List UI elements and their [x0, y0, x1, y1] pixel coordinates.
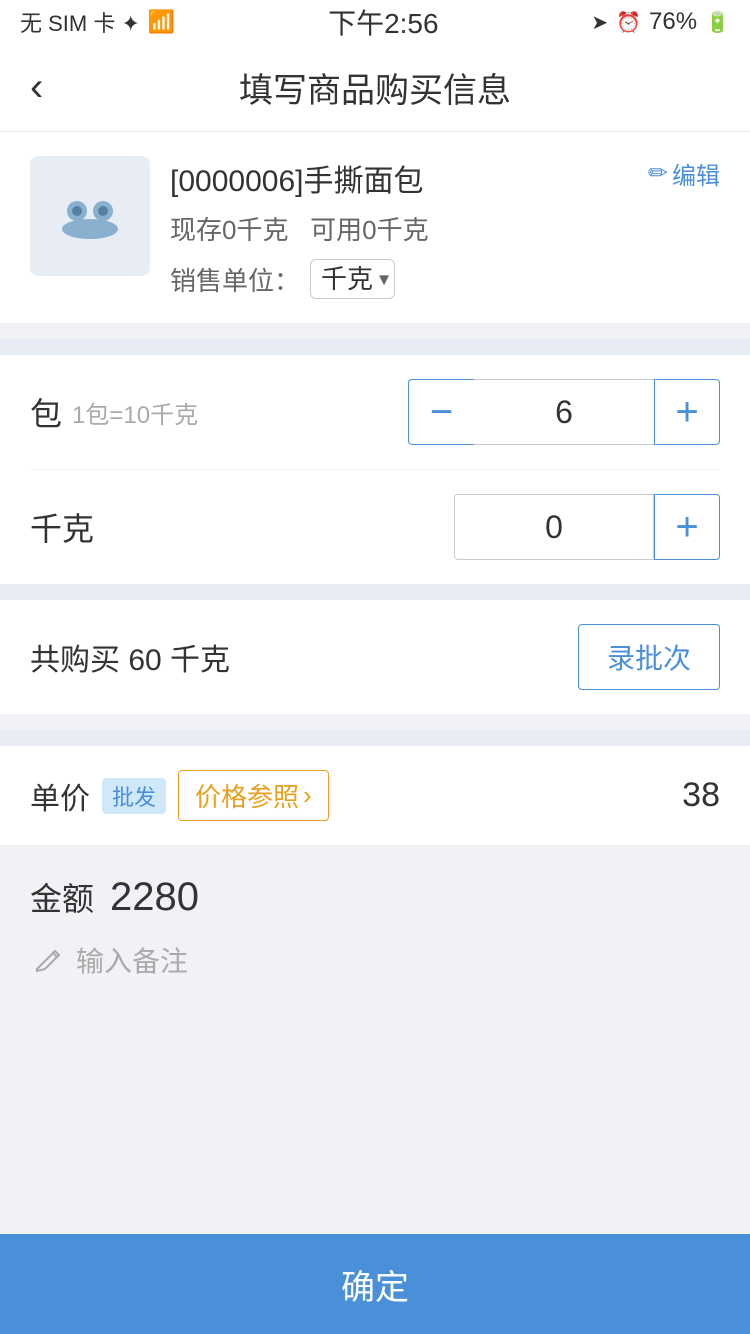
pifa-badge: 批发 — [102, 778, 166, 814]
summary-text: 共购买 60 千克 — [30, 635, 230, 679]
alarm-icon: ⏰ — [616, 10, 641, 35]
bag-label: 包 — [30, 389, 62, 435]
section-divider-2 — [0, 584, 750, 600]
product-name: [0000006]手撕面包 — [170, 156, 423, 200]
battery-label: 76% — [649, 8, 697, 36]
price-ref-arrow-icon: › — [303, 780, 312, 811]
status-right: ➤ ⏰ 76% 🔋 — [591, 8, 730, 36]
nav-bar: ‹ 填写商品购买信息 — [0, 44, 750, 132]
sim-label: 无 SIM 卡 ✦ — [20, 6, 140, 38]
edit-icon: ✏ — [648, 159, 668, 188]
price-label-row: 单价 批发 价格参照 › — [30, 770, 329, 821]
product-thumbnail — [30, 156, 150, 276]
product-name-text: 手撕面包 — [303, 165, 423, 198]
pencil-svg-icon — [33, 945, 63, 975]
summary-section: 共购买 60 千克 录批次 — [0, 600, 750, 714]
amount-value: 2280 — [110, 875, 199, 920]
price-ref-button[interactable]: 价格参照 › — [178, 770, 329, 821]
status-left: 无 SIM 卡 ✦ 📶 — [20, 6, 175, 38]
product-logo-icon — [55, 191, 125, 241]
battery-icon: 🔋 — [705, 10, 730, 35]
batch-button[interactable]: 录批次 — [578, 624, 720, 690]
unit-select[interactable]: 千克 包 克 — [310, 259, 395, 299]
remark-placeholder[interactable]: 输入备注 — [76, 940, 188, 980]
product-card: [0000006]手撕面包 ✏ 编辑 现存0千克 可用0千克 销售单位： 千克 … — [0, 132, 750, 323]
edit-label: 编辑 — [672, 156, 720, 191]
kg-label: 千克 — [30, 504, 94, 550]
amount-label: 金额 — [30, 874, 94, 920]
product-name-row: [0000006]手撕面包 ✏ 编辑 — [170, 156, 720, 200]
kg-increment-button[interactable]: + — [654, 494, 720, 560]
kg-quantity-input[interactable] — [454, 494, 654, 560]
bag-quantity-input[interactable] — [474, 379, 654, 445]
status-bar: 无 SIM 卡 ✦ 📶 下午2:56 ➤ ⏰ 76% 🔋 — [0, 0, 750, 44]
amount-section: 金额 2280 输入备注 — [0, 846, 750, 1000]
back-icon: ‹ — [30, 65, 43, 109]
location-icon: ➤ — [591, 10, 608, 35]
pencil-icon — [30, 942, 66, 978]
product-stock: 现存0千克 可用0千克 — [170, 210, 720, 247]
product-info: [0000006]手撕面包 ✏ 编辑 现存0千克 可用0千克 销售单位： 千克 … — [170, 156, 720, 299]
section-divider-3 — [0, 730, 750, 746]
unit-prefix-label: 销售单位： — [170, 261, 300, 298]
bag-hint: 1包=10千克 — [72, 395, 198, 430]
kg-input-row: 千克 + — [30, 470, 720, 584]
edit-button[interactable]: ✏ 编辑 — [648, 156, 720, 191]
price-ref-label: 价格参照 — [195, 777, 299, 814]
wifi-icon: 📶 — [148, 9, 175, 35]
confirm-button[interactable]: 确定 — [0, 1234, 750, 1334]
bag-decrement-button[interactable]: − — [408, 379, 474, 445]
unit-select-wrapper[interactable]: 千克 包 克 — [310, 259, 395, 299]
amount-row: 金额 2280 — [30, 874, 720, 920]
kg-quantity-control: + — [454, 494, 720, 560]
stock-label: 现存0千克 — [170, 215, 288, 245]
bag-quantity-control: − + — [408, 379, 720, 445]
available-label: 可用0千克 — [310, 215, 428, 245]
price-label: 单价 — [30, 774, 90, 818]
page-title: 填写商品购买信息 — [239, 63, 511, 112]
back-button[interactable]: ‹ — [20, 55, 53, 120]
remark-row[interactable]: 输入备注 — [30, 940, 720, 980]
bag-input-row: 包 1包=10千克 − + — [30, 355, 720, 470]
product-code: [0000006] — [170, 165, 303, 198]
price-section: 单价 批发 价格参照 › 38 — [0, 746, 750, 846]
input-section: 包 1包=10千克 − + 千克 + — [0, 355, 750, 584]
status-time: 下午2:56 — [328, 2, 439, 42]
product-unit-row: 销售单位： 千克 包 克 — [170, 259, 720, 299]
section-divider-1 — [0, 339, 750, 355]
price-value: 38 — [682, 776, 720, 815]
bag-label-group: 包 1包=10千克 — [30, 389, 198, 435]
bag-increment-button[interactable]: + — [654, 379, 720, 445]
